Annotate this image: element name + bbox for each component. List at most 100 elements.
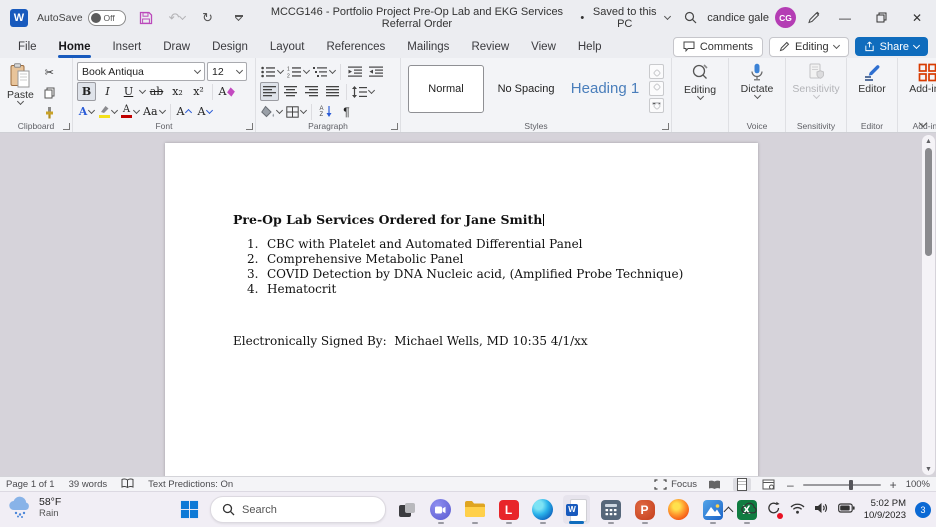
- avatar[interactable]: CG: [775, 7, 796, 28]
- undo-icon[interactable]: ↶: [166, 7, 188, 29]
- zoom-out-button[interactable]: –: [787, 478, 794, 492]
- font-dialog-launcher[interactable]: [246, 123, 253, 130]
- tab-review[interactable]: Review: [461, 38, 519, 56]
- calculator-button[interactable]: [597, 495, 624, 524]
- underline-dropdown[interactable]: [138, 86, 147, 94]
- style-no-spacing[interactable]: No Spacing: [489, 66, 563, 112]
- focus-button[interactable]: Focus: [654, 479, 697, 490]
- font-family-select[interactable]: Book Antiqua: [77, 62, 205, 81]
- styles-scroll-down[interactable]: [649, 81, 664, 96]
- copy-button[interactable]: [40, 83, 59, 102]
- file-explorer-button[interactable]: [461, 495, 488, 524]
- clock[interactable]: 5:02 PM 10/9/2023: [864, 498, 906, 522]
- edge-button[interactable]: [529, 495, 556, 524]
- change-case-button[interactable]: Aa: [142, 102, 166, 121]
- page-indicator[interactable]: Page 1 of 1: [6, 479, 55, 490]
- minimize-button[interactable]: —: [830, 5, 860, 31]
- chat-button[interactable]: [427, 495, 454, 524]
- bullets-button[interactable]: [260, 62, 285, 81]
- font-size-select[interactable]: 12: [207, 62, 247, 81]
- tab-draw[interactable]: Draw: [153, 38, 200, 56]
- subscript-button[interactable]: x₂: [168, 82, 187, 101]
- close-button[interactable]: ✕: [902, 5, 932, 31]
- align-right-button[interactable]: [302, 82, 321, 101]
- onedrive-icon[interactable]: [741, 502, 758, 517]
- autosave-toggle[interactable]: AutoSave Off: [37, 9, 126, 26]
- styles-more-button[interactable]: [649, 98, 664, 113]
- start-button[interactable]: [176, 495, 203, 524]
- font-color-button[interactable]: A: [120, 102, 141, 121]
- editor-button[interactable]: Editor: [850, 61, 894, 97]
- volume-icon[interactable]: [814, 502, 829, 517]
- style-normal[interactable]: Normal: [408, 64, 484, 113]
- scroll-up-icon[interactable]: ▲: [925, 135, 932, 147]
- italic-button[interactable]: I: [98, 82, 117, 101]
- text-effects-button[interactable]: A: [77, 102, 96, 121]
- zoom-in-button[interactable]: +: [890, 478, 897, 492]
- saved-status[interactable]: Saved to this PC: [589, 6, 660, 30]
- tab-layout[interactable]: Layout: [260, 38, 315, 56]
- print-layout-button[interactable]: [732, 478, 751, 491]
- tray-expand-icon[interactable]: [723, 506, 734, 516]
- cut-button[interactable]: ✂: [40, 63, 59, 82]
- read-mode-button[interactable]: [706, 478, 724, 491]
- editing-mode-button[interactable]: Editing: [769, 36, 849, 57]
- align-left-button[interactable]: [260, 82, 279, 101]
- save-icon[interactable]: [135, 7, 157, 29]
- sync-update-icon[interactable]: [767, 501, 783, 519]
- grow-font-button[interactable]: A: [175, 102, 194, 121]
- wifi-icon[interactable]: [790, 503, 805, 517]
- increase-indent-button[interactable]: [366, 62, 385, 81]
- l-app-button[interactable]: L: [495, 495, 522, 524]
- tab-insert[interactable]: Insert: [102, 38, 151, 56]
- multilevel-list-button[interactable]: [312, 62, 337, 81]
- customize-quick-access-icon[interactable]: [228, 7, 250, 29]
- shrink-font-button[interactable]: A: [196, 102, 215, 121]
- vertical-scrollbar[interactable]: ▲ ▼: [922, 135, 935, 475]
- powerpoint-button[interactable]: P: [631, 495, 658, 524]
- zoom-slider-thumb[interactable]: [848, 479, 853, 490]
- restore-button[interactable]: [866, 5, 896, 31]
- photos-button[interactable]: [699, 495, 726, 524]
- tab-references[interactable]: References: [316, 38, 395, 56]
- scroll-down-icon[interactable]: ▼: [925, 463, 932, 475]
- numbering-button[interactable]: 12: [286, 62, 311, 81]
- dictate-button[interactable]: Dictate: [732, 61, 782, 100]
- battery-icon[interactable]: [837, 503, 855, 516]
- share-button[interactable]: Share: [854, 37, 928, 56]
- underline-button[interactable]: U: [119, 82, 138, 101]
- autosave-switch[interactable]: Off: [87, 9, 126, 26]
- word-app-icon[interactable]: W: [10, 8, 28, 27]
- text-predictions[interactable]: Text Predictions: On: [148, 479, 233, 490]
- sort-button[interactable]: AZ: [316, 102, 335, 121]
- word-taskbar-button[interactable]: W: [563, 495, 590, 524]
- search-icon[interactable]: [679, 7, 701, 29]
- style-heading-1[interactable]: Heading 1: [568, 66, 642, 112]
- strikethrough-button[interactable]: ab: [147, 82, 166, 101]
- notification-badge[interactable]: 3: [915, 501, 931, 518]
- editing-group-button[interactable]: Editing: [675, 61, 725, 101]
- shading-button[interactable]: [260, 102, 284, 121]
- tab-home[interactable]: Home: [49, 38, 101, 58]
- styles-dialog-launcher[interactable]: [662, 123, 669, 130]
- line-spacing-button[interactable]: [351, 82, 376, 101]
- document-page[interactable]: Pre-Op Lab Services Ordered for Jane Smi…: [165, 143, 758, 477]
- comments-button[interactable]: Comments: [672, 36, 763, 57]
- tab-design[interactable]: Design: [202, 38, 258, 56]
- borders-button[interactable]: [285, 102, 308, 121]
- task-view-button[interactable]: [393, 495, 420, 524]
- justify-button[interactable]: [323, 82, 342, 101]
- weather-widget[interactable]: 58°F Rain: [8, 495, 61, 520]
- pen-icon[interactable]: [802, 7, 824, 29]
- paragraph-dialog-launcher[interactable]: [391, 123, 398, 130]
- tab-help[interactable]: Help: [568, 38, 612, 56]
- proofing-icon[interactable]: [121, 478, 134, 492]
- zoom-slider[interactable]: [802, 479, 881, 490]
- clipboard-dialog-launcher[interactable]: [63, 123, 70, 130]
- highlight-color-button[interactable]: [98, 102, 119, 121]
- decrease-indent-button[interactable]: [345, 62, 364, 81]
- format-painter-button[interactable]: [40, 103, 59, 122]
- zoom-level[interactable]: 100%: [906, 479, 930, 490]
- taskbar-search[interactable]: Search: [210, 496, 386, 523]
- tab-file[interactable]: File: [8, 38, 47, 56]
